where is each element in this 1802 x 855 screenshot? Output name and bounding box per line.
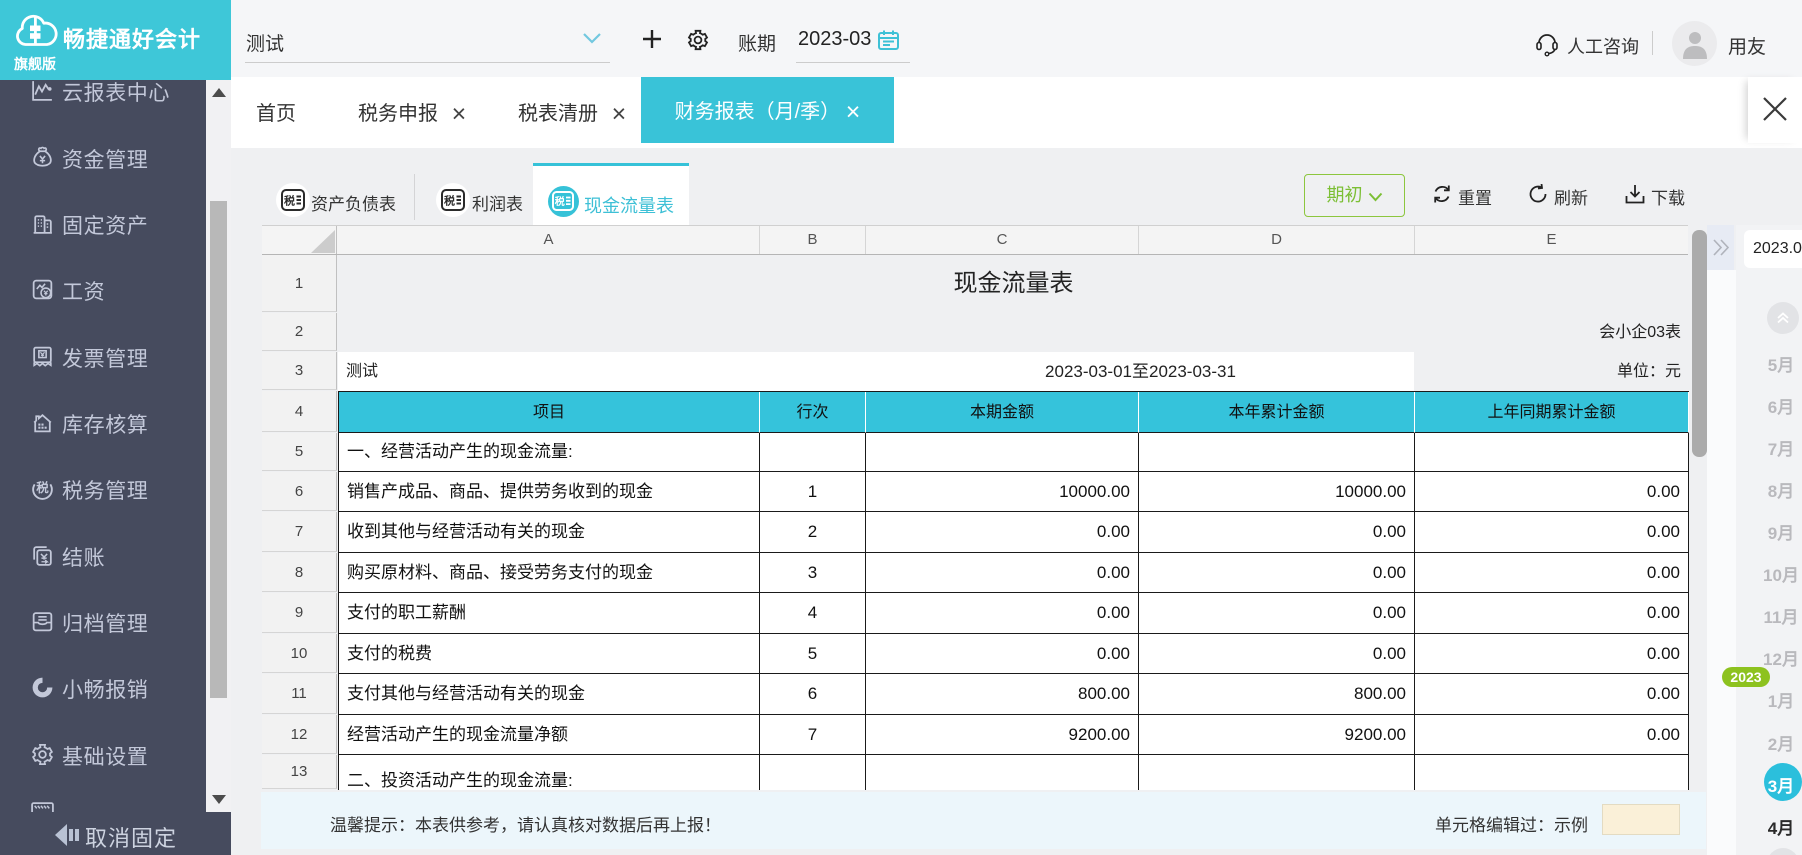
svg-text:税: 税 <box>36 480 49 495</box>
svg-text:税: 税 <box>284 194 295 208</box>
svg-text:税: 税 <box>555 195 565 208</box>
svg-text:税: 税 <box>444 194 455 208</box>
